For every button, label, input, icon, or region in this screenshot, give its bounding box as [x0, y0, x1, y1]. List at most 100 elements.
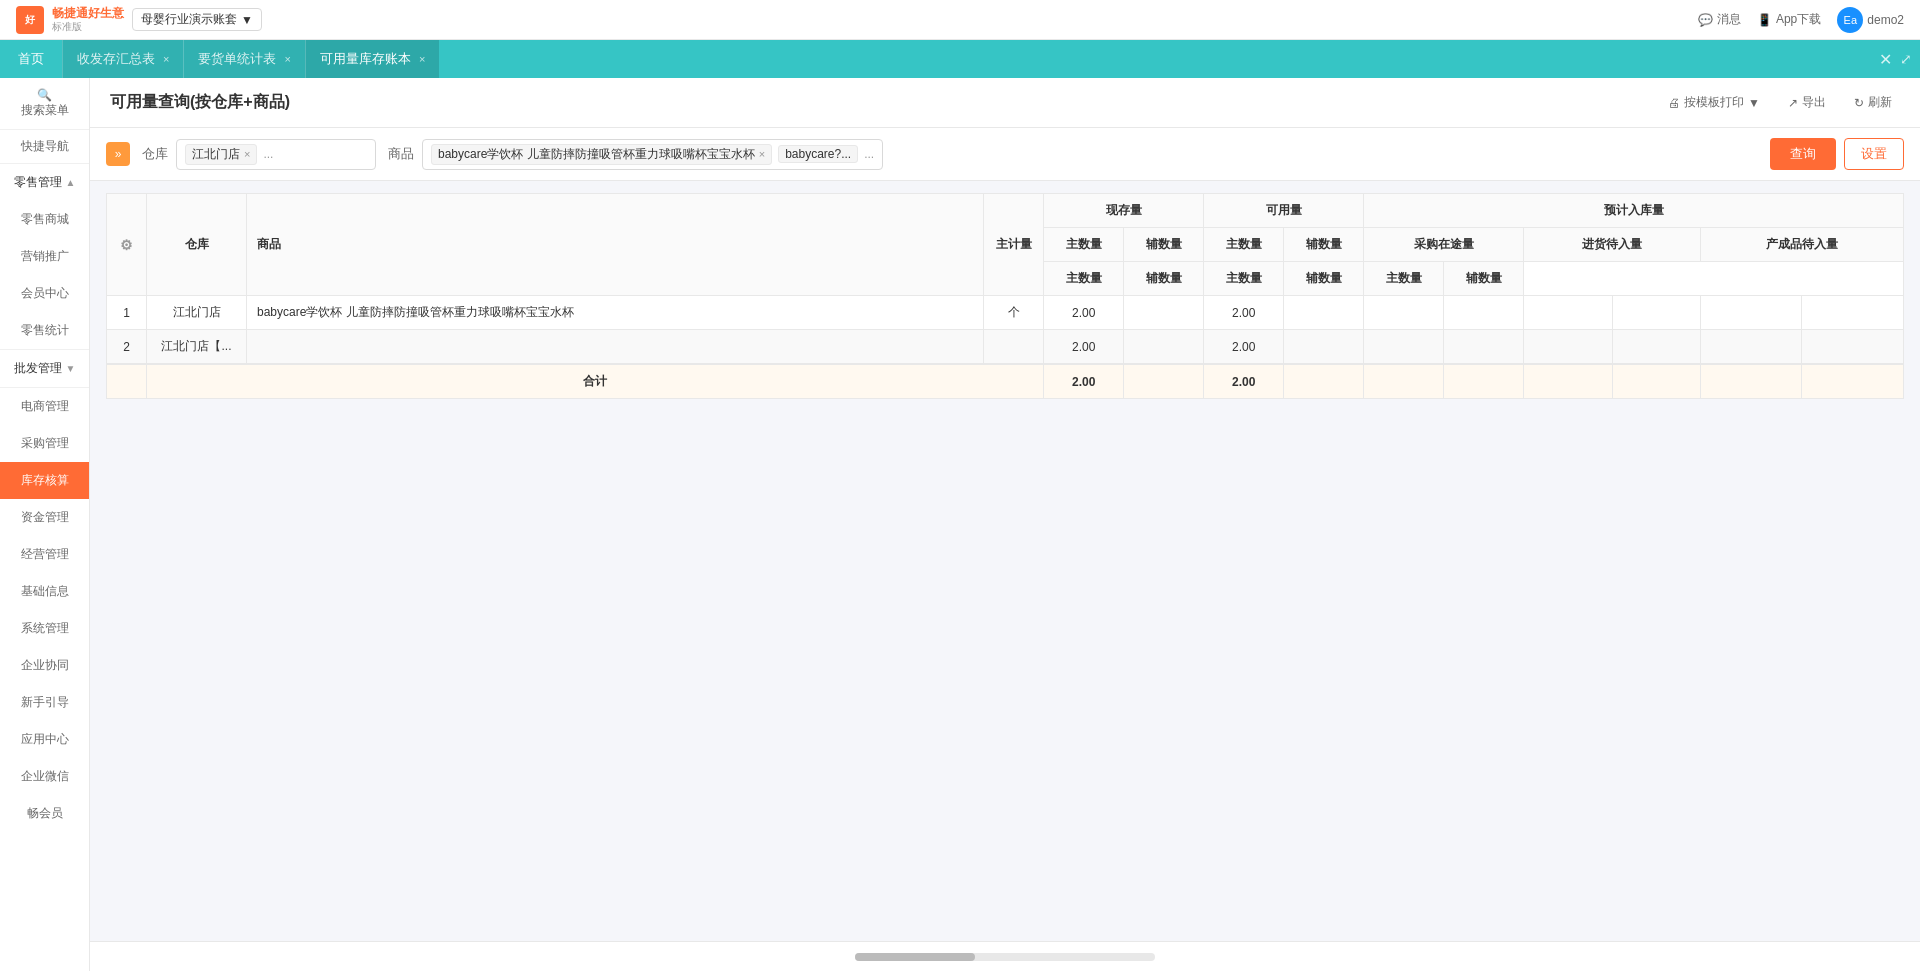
warehouse-input[interactable]: 江北门店 × ...	[176, 139, 376, 170]
sidebar-item-system[interactable]: 系统管理	[0, 610, 89, 647]
footer-incom-sub	[1612, 364, 1700, 399]
warehouse-label: 仓库	[142, 145, 168, 163]
th-incoming-pending: 进货待入量	[1524, 228, 1701, 262]
sidebar-group-wholesale-header[interactable]: 批发管理 ▼	[0, 350, 89, 387]
industry-select[interactable]: 母婴行业演示账套 ▼	[132, 8, 262, 31]
tab-close-all[interactable]: ✕	[1879, 50, 1892, 69]
th-prod-sub: 辅数量	[1444, 262, 1524, 296]
query-btn[interactable]: 查询	[1770, 138, 1836, 170]
tab-bar: 首页 收发存汇总表 × 要货单统计表 × 可用量库存账本 × ✕ ⤢	[0, 40, 1920, 78]
tab-item-0[interactable]: 收发存汇总表 ×	[62, 40, 183, 78]
settings-icon[interactable]: ⚙	[120, 237, 133, 253]
row-avail-sub-0	[1284, 296, 1364, 330]
sidebar-item-ecommerce[interactable]: 电商管理	[0, 388, 89, 425]
table-row: 2 江北门店【... 2.00 2.00	[107, 330, 1904, 365]
sidebar-item-retail-stats[interactable]: 零售统计	[0, 312, 89, 349]
sidebar-item-purchase[interactable]: 采购管理	[0, 425, 89, 462]
app-download-label: App下载	[1776, 11, 1821, 28]
export-btn[interactable]: ↗ 导出	[1780, 90, 1834, 115]
product-tag-0: babycare学饮杯 儿童防摔防撞吸管杯重力球吸嘴杯宝宝水杯 ×	[431, 144, 772, 165]
tab-label-2: 可用量库存账本	[320, 50, 411, 68]
tab-home-label: 首页	[18, 50, 44, 68]
tab-item-2[interactable]: 可用量库存账本 ×	[305, 40, 439, 78]
sidebar-item-app-center[interactable]: 应用中心	[0, 721, 89, 758]
toggle-icon: »	[115, 147, 122, 161]
sidebar-group-retail-header[interactable]: 零售管理 ▲	[0, 164, 89, 201]
th-purch-sub: 辅数量	[1124, 262, 1204, 296]
sidebar: 🔍 搜索菜单 快捷导航 零售管理 ▲ 零售商城 营销推广 会员中心 零售统计	[0, 78, 90, 971]
th-stock-main: 主数量	[1044, 228, 1124, 262]
row-seq-1: 2	[107, 330, 147, 365]
sidebar-item-member[interactable]: 会员中心	[0, 275, 89, 312]
sidebar-item-retail-mall[interactable]: 零售商城	[0, 201, 89, 238]
row-warehouse-0: 江北门店	[147, 296, 247, 330]
sidebar-item-newbie[interactable]: 新手引导	[0, 684, 89, 721]
tab-label-0: 收发存汇总表	[77, 50, 155, 68]
footer-avail-main: 2.00	[1204, 364, 1284, 399]
sidebar-item-management[interactable]: 经营管理	[0, 536, 89, 573]
page-header: 可用量查询(按仓库+商品) 🖨 按模板打印 ▼ ↗ 导出 ↻ 刷新	[90, 78, 1920, 128]
retail-arrow: ▲	[66, 177, 76, 188]
row-unit-1	[984, 330, 1044, 365]
scrollbar-thumb[interactable]	[855, 953, 975, 961]
footer-prod-main	[1700, 364, 1802, 399]
row-purch-sub-0	[1444, 296, 1524, 330]
sidebar-quick-nav[interactable]: 快捷导航	[0, 130, 89, 164]
sidebar-item-finance[interactable]: 资金管理	[0, 499, 89, 536]
row-stock-sub-0	[1124, 296, 1204, 330]
top-bar: 好 畅捷通好生意 标准版 母婴行业演示账套 ▼ 💬 消息 📱 App下载 Ea …	[0, 0, 1920, 40]
tab-close-0[interactable]: ×	[163, 53, 169, 65]
th-product-pending: 产成品待入量	[1700, 228, 1903, 262]
tab-close-2[interactable]: ×	[419, 53, 425, 65]
row-stock-main-1: 2.00	[1044, 330, 1124, 365]
refresh-icon: ↻	[1854, 96, 1864, 110]
tab-item-1[interactable]: 要货单统计表 ×	[183, 40, 304, 78]
industry-chevron: ▼	[241, 13, 253, 27]
sidebar-search[interactable]: 🔍 搜索菜单	[0, 78, 89, 130]
data-table: ⚙ 仓库 商品 主计量 现存量 可用量 预计入库量 主数量 辅数量 主数量 辅数…	[106, 193, 1904, 399]
tab-bar-end: ✕ ⤢	[1879, 40, 1920, 78]
message-btn[interactable]: 💬 消息	[1698, 11, 1741, 28]
sidebar-item-member2[interactable]: 畅会员	[0, 795, 89, 832]
refresh-btn[interactable]: ↻ 刷新	[1846, 90, 1900, 115]
filter-toggle-btn[interactable]: »	[106, 142, 130, 166]
th-incom-main: 主数量	[1204, 262, 1284, 296]
user-profile[interactable]: Ea demo2	[1837, 7, 1904, 33]
sidebar-item-inventory[interactable]: 库存核算	[0, 462, 89, 499]
footer-stock-sub	[1124, 364, 1204, 399]
th-prod-main: 主数量	[1364, 262, 1444, 296]
sidebar-item-weixin[interactable]: 企业微信	[0, 758, 89, 795]
row-stock-main-0: 2.00	[1044, 296, 1124, 330]
warehouse-tag: 江北门店 ×	[185, 144, 257, 165]
tab-home[interactable]: 首页	[0, 40, 62, 78]
scrollbar-track[interactable]	[855, 953, 1155, 961]
warehouse-tag-remove[interactable]: ×	[244, 148, 250, 160]
row-prod-sub-0	[1802, 296, 1904, 330]
footer-label: 合计	[147, 364, 1044, 399]
sidebar-item-cooperation[interactable]: 企业协同	[0, 647, 89, 684]
th-purch-main: 主数量	[1044, 262, 1124, 296]
print-icon: 🖨	[1668, 96, 1680, 110]
content-area: 可用量查询(按仓库+商品) 🖨 按模板打印 ▼ ↗ 导出 ↻ 刷新	[90, 78, 1920, 971]
product-tag-0-remove[interactable]: ×	[759, 148, 765, 160]
row-warehouse-1: 江北门店【...	[147, 330, 247, 365]
username: demo2	[1867, 13, 1904, 27]
th-settings: ⚙	[107, 194, 147, 296]
table-row: 1 江北门店 babycare学饮杯 儿童防摔防撞吸管杯重力球吸嘴杯宝宝水杯 个…	[107, 296, 1904, 330]
table-container: ⚙ 仓库 商品 主计量 现存量 可用量 预计入库量 主数量 辅数量 主数量 辅数…	[90, 181, 1920, 941]
page-actions: 🖨 按模板打印 ▼ ↗ 导出 ↻ 刷新	[1660, 90, 1900, 115]
app-download-btn[interactable]: 📱 App下载	[1757, 11, 1821, 28]
tab-expand[interactable]: ⤢	[1900, 51, 1912, 67]
row-purch-main-1	[1364, 330, 1444, 365]
setting-btn[interactable]: 设置	[1844, 138, 1904, 170]
product-more[interactable]: ...	[864, 147, 874, 161]
tab-close-1[interactable]: ×	[284, 53, 290, 65]
industry-label: 母婴行业演示账套	[141, 11, 237, 28]
print-btn[interactable]: 🖨 按模板打印 ▼	[1660, 90, 1768, 115]
sidebar-item-basic-info[interactable]: 基础信息	[0, 573, 89, 610]
product-input[interactable]: babycare学饮杯 儿童防摔防撞吸管杯重力球吸嘴杯宝宝水杯 × babyca…	[422, 139, 883, 170]
main-layout: 🔍 搜索菜单 快捷导航 零售管理 ▲ 零售商城 营销推广 会员中心 零售统计	[0, 78, 1920, 971]
warehouse-more[interactable]: ...	[263, 147, 273, 161]
avatar: Ea	[1837, 7, 1863, 33]
sidebar-item-marketing[interactable]: 营销推广	[0, 238, 89, 275]
